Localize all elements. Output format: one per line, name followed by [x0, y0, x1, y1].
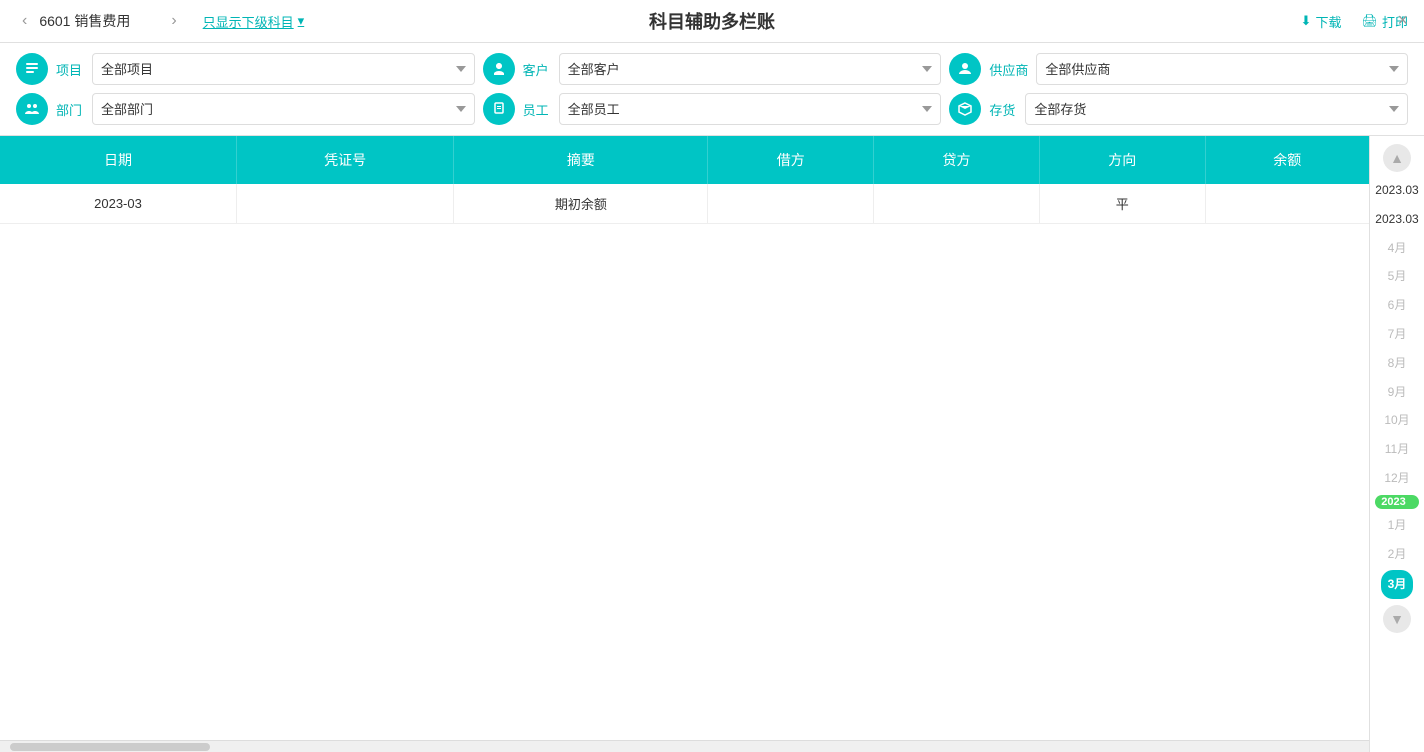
- project-label: 项目: [56, 60, 84, 79]
- table-row: 2023-03 期初余额 平: [0, 184, 1369, 224]
- supplier-select[interactable]: 全部供应商: [1036, 53, 1408, 85]
- table-cell: 平: [1039, 184, 1205, 224]
- filter-customer: 客户 全部客户: [483, 53, 942, 85]
- customer-icon: [483, 53, 515, 85]
- prev-account-button[interactable]: ‹: [16, 10, 33, 32]
- department-select[interactable]: 全部部门: [92, 93, 475, 125]
- employee-label: 员工: [523, 100, 551, 119]
- inventory-select[interactable]: 全部存货: [1025, 93, 1408, 125]
- table-cell: [708, 184, 874, 224]
- right-timeline: ▲ 2023.032023.034月5月6月7月8月9月10月11月12月202…: [1369, 136, 1424, 752]
- account-code: 6601: [39, 13, 70, 29]
- timeline-item-selected[interactable]: 2023.03: [1375, 176, 1418, 205]
- table-cell: [237, 184, 454, 224]
- customer-select[interactable]: 全部客户: [559, 53, 942, 85]
- chevron-down-icon: ▾: [298, 13, 305, 29]
- timeline-item[interactable]: 7月: [1375, 320, 1418, 349]
- table-cell: [874, 184, 1040, 224]
- download-icon: ⬇: [1301, 13, 1312, 29]
- employee-select[interactable]: 全部员工: [559, 93, 942, 125]
- scrollbar-thumb[interactable]: [10, 743, 210, 751]
- timeline-item[interactable]: 1月: [1375, 511, 1418, 540]
- table-cell: 2023-03: [0, 184, 237, 224]
- filter-department: 部门 全部部门: [16, 93, 475, 125]
- table-header-row: 日期 凭证号 摘要 借方 贷方 方向 余额: [0, 136, 1369, 184]
- timeline-item[interactable]: 5月: [1375, 262, 1418, 291]
- employee-icon: [483, 93, 515, 125]
- col-direction: 方向: [1039, 136, 1205, 184]
- table-cell: [1205, 184, 1369, 224]
- filter-supplier: 供应商 全部供应商: [949, 53, 1408, 85]
- inventory-icon: [949, 93, 981, 125]
- filter-bar: 项目 全部项目 客户 全部客户 供应商 全部供应商: [0, 43, 1424, 136]
- close-button[interactable]: ×: [1397, 10, 1408, 31]
- account-name-text: 销售费用: [74, 13, 130, 29]
- page-title: 科目辅助多栏账: [649, 8, 775, 34]
- filter-employee: 员工 全部员工: [483, 93, 942, 125]
- filter-project: 项目 全部项目: [16, 53, 475, 85]
- supplier-icon: [949, 53, 981, 85]
- project-select[interactable]: 全部项目: [92, 53, 475, 85]
- col-summary: 摘要: [454, 136, 708, 184]
- customer-label: 客户: [523, 60, 551, 79]
- supplier-label: 供应商: [989, 60, 1028, 79]
- table-cell: 期初余额: [454, 184, 708, 224]
- ledger-table: 日期 凭证号 摘要 借方 贷方 方向 余额 2023-03 期初余额 平: [0, 136, 1369, 224]
- sub-subject-label: 只显示下级科目: [203, 12, 294, 31]
- timeline-item[interactable]: 4月: [1375, 234, 1418, 263]
- next-account-button[interactable]: ›: [165, 10, 182, 32]
- timeline-down-button[interactable]: ▼: [1383, 605, 1411, 633]
- top-actions: ⬇ 下载 🖨 打印 ×: [1301, 12, 1408, 31]
- account-display: 6601 销售费用: [39, 11, 159, 31]
- inventory-label: 存货: [989, 100, 1017, 119]
- filter-inventory: 存货 全部存货: [949, 93, 1408, 125]
- timeline-item[interactable]: 6月: [1375, 291, 1418, 320]
- col-credit: 贷方: [874, 136, 1040, 184]
- col-balance: 余额: [1205, 136, 1369, 184]
- timeline-item[interactable]: 12月: [1375, 464, 1418, 493]
- timeline-item[interactable]: 9月: [1375, 378, 1418, 407]
- timeline-item[interactable]: 10月: [1375, 406, 1418, 435]
- top-bar: ‹ 6601 销售费用 › 只显示下级科目 ▾ 科目辅助多栏账 ⬇ 下载 🖨 打…: [0, 0, 1424, 43]
- timeline-item[interactable]: 8月: [1375, 349, 1418, 378]
- download-label: 下载: [1315, 12, 1341, 31]
- main-content: 日期 凭证号 摘要 借方 贷方 方向 余额 2023-03 期初余额 平: [0, 136, 1369, 752]
- col-date: 日期: [0, 136, 237, 184]
- table-container: 日期 凭证号 摘要 借方 贷方 方向 余额 2023-03 期初余额 平: [0, 136, 1424, 752]
- col-voucher: 凭证号: [237, 136, 454, 184]
- timeline-item-active[interactable]: 3月: [1381, 570, 1412, 599]
- sub-subject-filter[interactable]: 只显示下级科目 ▾: [203, 12, 305, 31]
- account-nav: ‹ 6601 销售费用 ›: [16, 10, 183, 32]
- download-button[interactable]: ⬇ 下载: [1301, 12, 1342, 31]
- horizontal-scrollbar[interactable]: [0, 740, 1369, 752]
- department-label: 部门: [56, 100, 84, 119]
- timeline-year-badge[interactable]: 2023: [1375, 495, 1418, 509]
- timeline-item[interactable]: 11月: [1375, 435, 1418, 464]
- print-icon: 🖨: [1361, 13, 1378, 29]
- timeline-item-selected[interactable]: 2023.03: [1375, 205, 1418, 234]
- project-icon: [16, 53, 48, 85]
- timeline-item[interactable]: 2月: [1375, 540, 1418, 569]
- col-debit: 借方: [708, 136, 874, 184]
- timeline-up-button[interactable]: ▲: [1383, 144, 1411, 172]
- department-icon: [16, 93, 48, 125]
